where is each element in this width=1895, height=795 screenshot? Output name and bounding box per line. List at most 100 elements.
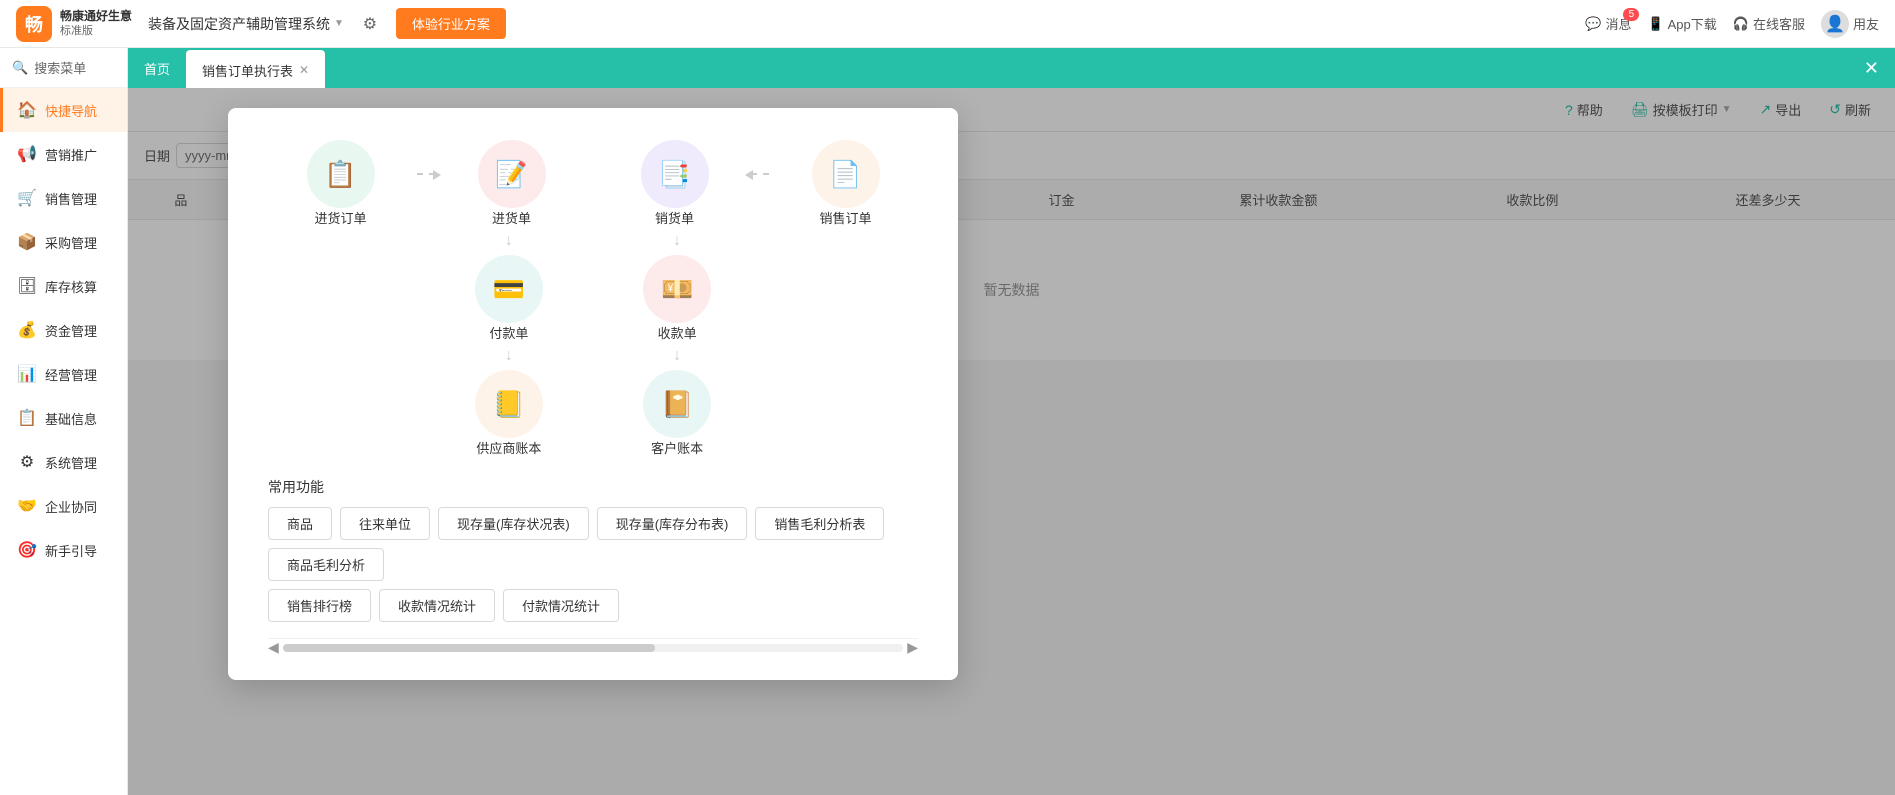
sidebar-item-basic[interactable]: 📋 基础信息 [0,396,127,440]
func-buttons-row2: 销售排行榜收款情况统计付款情况统计 [268,589,918,622]
sidebar: 🔍 搜索菜单 🏠 快捷导航 📢 营销推广 🛒 销售管理 📦 [0,48,128,795]
sidebar-item-enterprise[interactable]: 🤝 企业协同 [0,484,127,528]
scrollbar-thumb[interactable] [283,644,655,652]
enterprise-icon: 🤝 [17,496,37,516]
common-functions: 常用功能 商品往来单位现存量(库存状况表)现存量(库存分布表)销售毛利分析表商品… [268,477,918,622]
flow-chart: 📋 进货订单 [268,140,918,469]
inventory-icon: 🗄 [17,276,37,296]
scroll-left-icon[interactable]: ◀ [268,639,279,656]
purchase-icon: 📝 [478,140,546,208]
func-button[interactable]: 现存量(库存分布表) [597,507,748,540]
func-button[interactable]: 现存量(库存状况表) [438,507,589,540]
avatar: 👤 [1821,10,1849,38]
message-badge: 5 [1623,8,1639,21]
sidebar-item-finance[interactable]: 💰 资金管理 [0,308,127,352]
system-title: 装备及固定资产辅助管理系统 [148,14,330,34]
purchase-icon: 📦 [17,232,37,252]
finance-icon: 💰 [17,320,37,340]
marketing-icon: 📢 [17,144,37,164]
search-menu[interactable]: 🔍 搜索菜单 [0,48,127,88]
sidebar-item-operation[interactable]: 📊 经营管理 [0,352,127,396]
headset-icon: 🎧 [1733,16,1749,32]
arrow-down-receipt: ↓ [605,346,750,366]
scrollbar-track[interactable] [283,644,903,652]
home-icon: 🏠 [17,100,37,120]
arrow-down-sale: ↓ [605,231,750,251]
common-funcs-title: 常用功能 [268,477,918,497]
receipt-icon: 💴 [643,255,711,323]
tab-close-icon[interactable]: ✕ [299,63,309,77]
supplier-ledger-label: 供应商账本 [476,438,541,457]
node-receipt: 💴 收款单 [605,255,750,342]
customer-ledger-icon: 📔 [643,370,711,438]
sidebar-item-sales[interactable]: 🛒 销售管理 [0,176,127,220]
payment-icon: 💳 [475,255,543,323]
func-button[interactable]: 商品毛利分析 [268,548,384,581]
func-button[interactable]: 收款情况统计 [379,589,495,622]
sale-order-icon: 📄 [812,140,880,208]
func-buttons-row1: 商品往来单位现存量(库存状况表)现存量(库存分布表)销售毛利分析表商品毛利分析 [268,507,918,581]
node-customer-ledger: 📔 客户账本 [605,370,750,457]
sales-icon: 🛒 [17,188,37,208]
guide-icon: 🎯 [17,540,37,560]
sale-order-label: 销售订单 [819,208,871,227]
func-button[interactable]: 往来单位 [340,507,430,540]
arrow-down-payment: ↓ [436,346,581,366]
arrow-purchase-to-purchase [413,173,439,175]
app-download-button[interactable]: 📱 App下载 [1647,14,1716,33]
sidebar-item-inventory[interactable]: 🗄 库存核算 [0,264,127,308]
purchase-order-icon: 📋 [307,140,375,208]
sidebar-item-marketing[interactable]: 📢 营销推广 [0,132,127,176]
func-button[interactable]: 付款情况统计 [503,589,619,622]
system-dropdown[interactable]: 装备及固定资产辅助管理系统 ▼ [148,14,344,34]
window-close-button[interactable]: ✕ [1848,48,1895,88]
flow-row1: 📋 进货订单 [268,140,918,227]
node-payment: 💳 付款单 [436,255,581,342]
modal-overlay[interactable]: 📋 进货订单 [128,88,1895,795]
sidebar-item-system[interactable]: ⚙ 系统管理 [0,440,127,484]
node-purchase: 📝 进货单 [439,140,584,227]
receipt-label: 收款单 [658,323,697,342]
func-button[interactable]: 销售毛利分析表 [755,507,884,540]
func-button[interactable]: 销售排行榜 [268,589,371,622]
arrow-sale-order-to-sale [747,173,773,175]
purchase-order-label: 进货订单 [314,208,366,227]
sidebar-item-quick-nav[interactable]: 🏠 快捷导航 [0,88,127,132]
top-bar-left: 畅 畅康通好生意 标准版 装备及固定资产辅助管理系统 ▼ ⚙ 体验行业方案 [16,6,506,42]
arrow-down-purchase: ↓ [436,231,581,251]
search-icon: 🔍 [12,60,28,76]
page-content: ? 帮助 🖨 按模板打印 ▼ ↗ 导出 ↺ 刷新 [128,88,1895,795]
node-purchase-order: 📋 进货订单 [268,140,413,227]
top-bar: 畅 畅康通好生意 标准版 装备及固定资产辅助管理系统 ▼ ⚙ 体验行业方案 💬 … [0,0,1895,48]
scroll-right-icon[interactable]: ▶ [907,639,918,656]
supplier-ledger-icon: 📒 [475,370,543,438]
sidebar-item-guide[interactable]: 🎯 新手引导 [0,528,127,572]
modal-box: 📋 进货订单 [228,108,958,680]
flow-row3: 💳 付款单 💴 收款单 [268,255,918,342]
flow-row5: 📒 供应商账本 📔 客户账本 [268,370,918,457]
payment-label: 付款单 [489,323,528,342]
basic-icon: 📋 [17,408,37,428]
gear-button[interactable]: ⚙ [356,10,384,38]
online-service-button[interactable]: 🎧 在线客服 [1733,14,1805,33]
func-button[interactable]: 商品 [268,507,332,540]
top-bar-right: 💬 消息 5 📱 App下载 🎧 在线客服 👤 用友 [1585,10,1879,38]
sidebar-nav: 🏠 快捷导航 📢 营销推广 🛒 销售管理 📦 采购管理 🗄 库存核 [0,88,127,795]
trial-button[interactable]: 体验行业方案 [396,8,506,39]
modal-scrollbar: ◀ ▶ [268,638,918,656]
sale-label: 销货单 [655,208,694,227]
tab-bar: 首页 销售订单执行表 ✕ ✕ [128,48,1895,88]
chevron-down-icon: ▼ [334,18,344,29]
main-area: 🔍 搜索菜单 🏠 快捷导航 📢 营销推广 🛒 销售管理 📦 [0,48,1895,795]
logo-text: 畅康通好生意 标准版 [60,9,132,39]
tab-home[interactable]: 首页 [128,48,186,88]
purchase-label: 进货单 [492,208,531,227]
tab-sales-order[interactable]: 销售订单执行表 ✕ [186,50,325,90]
user-menu[interactable]: 👤 用友 [1821,10,1879,38]
message-button[interactable]: 💬 消息 5 [1585,14,1631,33]
logo-icon: 畅 [16,6,52,42]
content-area: 首页 销售订单执行表 ✕ ✕ ? 帮助 🖨 按 [128,48,1895,795]
sale-icon: 📑 [641,140,709,208]
sidebar-item-purchase[interactable]: 📦 采购管理 [0,220,127,264]
customer-ledger-label: 客户账本 [651,438,703,457]
